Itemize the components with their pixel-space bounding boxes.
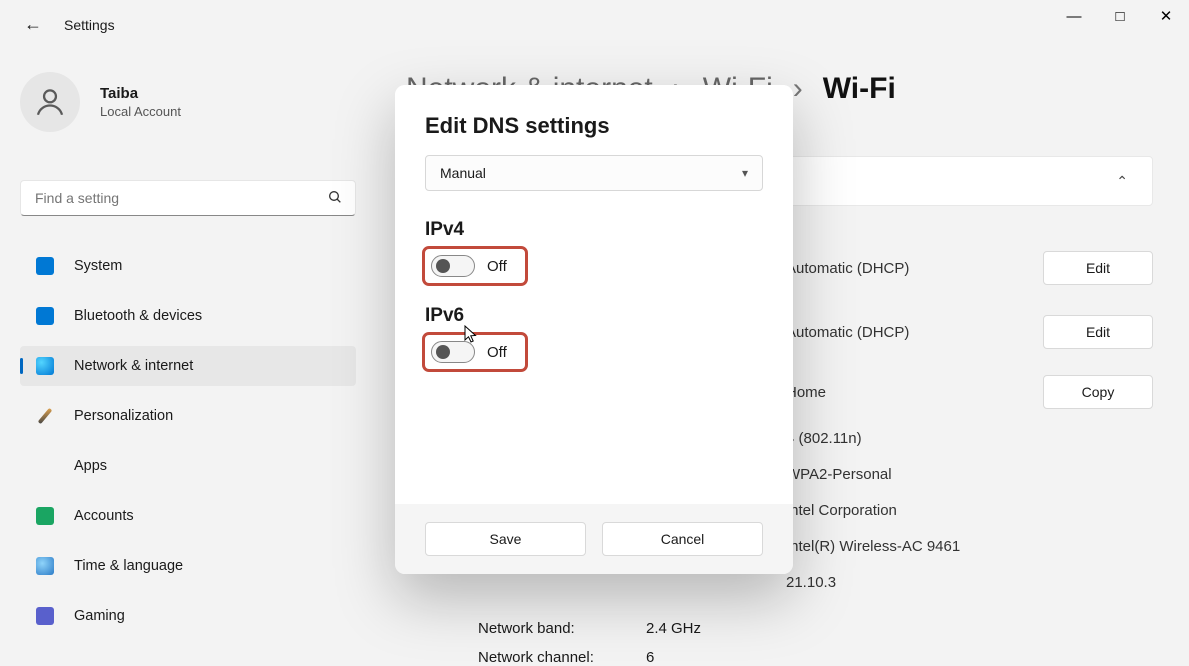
dns-mode-select[interactable]: Manual ▾ (425, 155, 763, 191)
cancel-button[interactable]: Cancel (602, 522, 763, 556)
sidebar-item-label: Personalization (74, 408, 173, 424)
ipv6-label: IPv6 (425, 305, 763, 327)
edit-button[interactable]: Edit (1043, 315, 1153, 349)
sidebar-item-bluetooth[interactable]: Bluetooth & devices (20, 296, 356, 336)
search-icon[interactable] (327, 189, 343, 208)
user-account-type: Local Account (100, 104, 181, 119)
kv-value: 6 (646, 649, 654, 666)
search-box[interactable] (20, 180, 356, 216)
sidebar-item-gaming[interactable]: Gaming (20, 596, 356, 636)
page-title: Wi-Fi (823, 72, 896, 106)
sidebar-item-label: System (74, 258, 122, 274)
user-name: Taiba (100, 85, 181, 102)
save-button[interactable]: Save (425, 522, 586, 556)
chevron-up-icon: ⌃ (1116, 173, 1128, 190)
apps-icon (36, 457, 54, 475)
back-icon[interactable]: ← (24, 14, 42, 35)
sidebar-item-apps[interactable]: Apps (20, 446, 356, 486)
time-icon (36, 557, 54, 575)
sidebar-item-network[interactable]: Network & internet (20, 346, 356, 386)
sidebar-item-accounts[interactable]: Accounts (20, 496, 356, 536)
gaming-icon (36, 607, 54, 625)
sidebar-item-label: Bluetooth & devices (74, 308, 202, 324)
ipv4-toggle[interactable] (431, 255, 475, 277)
select-value: Manual (440, 165, 486, 181)
ipv6-toggle-group: Off (425, 335, 525, 369)
sidebar-item-label: Accounts (74, 508, 134, 524)
chevron-right-icon: › (793, 72, 803, 106)
window-minimize[interactable]: — (1051, 0, 1097, 32)
dns-settings-dialog: Edit DNS settings Manual ▾ IPv4 Off IPv6… (395, 85, 793, 574)
ipv4-toggle-state: Off (487, 258, 507, 275)
personalization-icon (36, 407, 54, 425)
sidebar-item-label: Network & internet (74, 358, 193, 374)
ipv4-label: IPv4 (425, 219, 763, 241)
ipv4-toggle-group: Off (425, 249, 525, 283)
dialog-title: Edit DNS settings (425, 113, 763, 139)
user-block[interactable]: Taiba Local Account (20, 72, 181, 132)
copy-button[interactable]: Copy (1043, 375, 1153, 409)
detail-value: 21.10.3 (406, 574, 836, 591)
sidebar-item-time[interactable]: Time & language (20, 546, 356, 586)
edit-button[interactable]: Edit (1043, 251, 1153, 285)
bluetooth-icon (36, 307, 54, 325)
network-icon (36, 357, 54, 375)
kv-key: Network channel: (406, 649, 646, 666)
sidebar-item-label: Apps (74, 458, 107, 474)
app-title: Settings (64, 17, 115, 33)
ipv6-toggle[interactable] (431, 341, 475, 363)
window-close[interactable]: ✕ (1143, 0, 1189, 32)
kv-key: Network band: (406, 620, 646, 637)
sidebar-item-label: Gaming (74, 608, 125, 624)
kv-value: 2.4 GHz (646, 620, 701, 637)
sidebar-item-personalization[interactable]: Personalization (20, 396, 356, 436)
search-input[interactable] (33, 189, 327, 207)
accounts-icon (36, 507, 54, 525)
kv-row: Network band: 2.4 GHz (406, 620, 1153, 637)
kv-row: Network channel: 6 (406, 649, 1153, 666)
sidebar-item-label: Time & language (74, 558, 183, 574)
sidebar-item-system[interactable]: System (20, 246, 356, 286)
window-maximize[interactable]: □ (1097, 0, 1143, 32)
avatar (20, 72, 80, 132)
chevron-down-icon: ▾ (742, 166, 748, 180)
sidebar: System Bluetooth & devices Network & int… (20, 246, 356, 646)
system-icon (36, 257, 54, 275)
ipv6-toggle-state: Off (487, 344, 507, 361)
